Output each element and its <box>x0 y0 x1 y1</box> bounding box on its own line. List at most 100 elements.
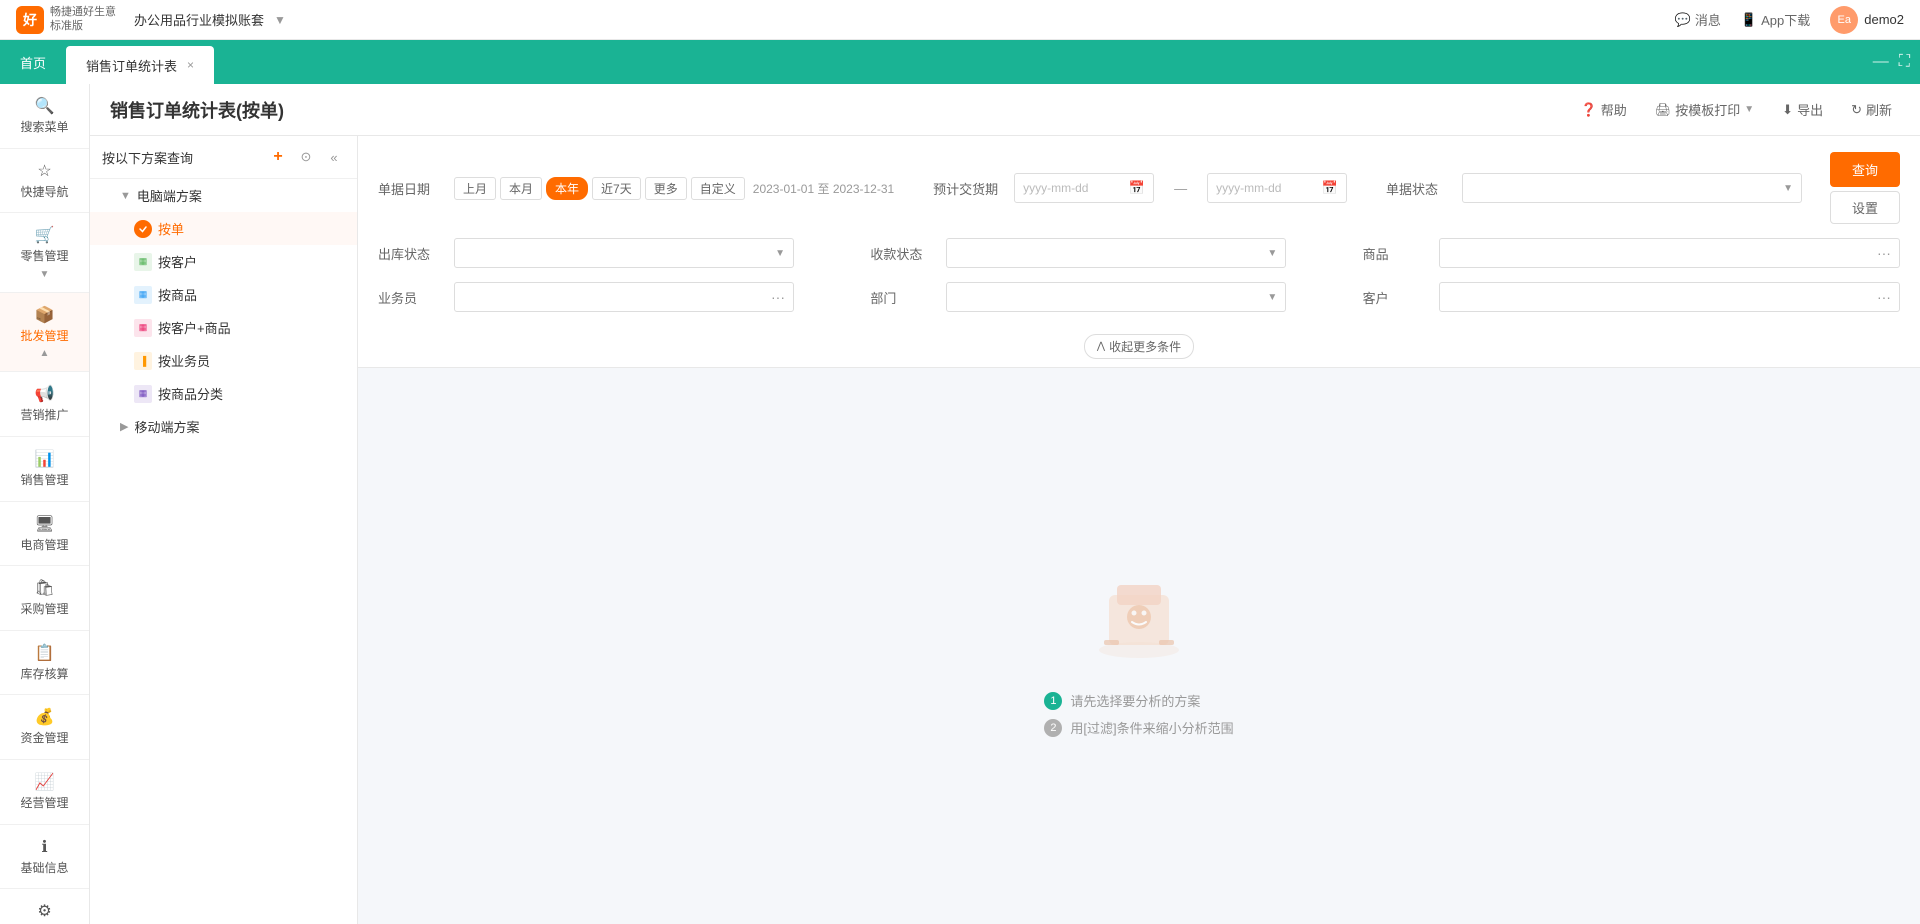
customer-select[interactable]: ··· <box>1439 282 1900 312</box>
sidebar-item-navigation[interactable]: ☆ 快捷导航 <box>0 149 89 214</box>
hint-number-2: 2 <box>1044 719 1062 737</box>
left-panel-header: 按以下方案查询 + ⊙ « <box>90 136 357 179</box>
sidebar-item-retail[interactable]: 🛒 零售管理 ▼ <box>0 213 89 293</box>
department-select[interactable]: ▼ <box>946 282 1286 312</box>
sidebar-item-ecommerce[interactable]: 🖥 电商管理 <box>0 502 89 567</box>
expected-date-end[interactable]: yyyy-mm-dd 📅 <box>1207 173 1347 203</box>
user-area[interactable]: Ea demo2 <box>1830 6 1904 34</box>
filter-settings-button[interactable]: 设置 <box>1830 191 1900 224</box>
goods-item-icon: ▦ <box>134 286 152 304</box>
department-dropdown-icon: ▼ <box>1267 292 1277 303</box>
tab-sales-order[interactable]: 销售订单统计表 × <box>66 46 214 84</box>
search-icon: 🔍 <box>35 96 55 116</box>
tab-maximize-icon[interactable]: ⛶ <box>1899 53 1910 71</box>
salesperson-select[interactable]: ··· <box>454 282 794 312</box>
app-title-dropdown-icon[interactable]: ▼ <box>274 13 286 27</box>
avatar: Ea <box>1830 6 1858 34</box>
print-icon: 🖨 <box>1655 102 1672 118</box>
customer-more-icon[interactable]: ··· <box>1877 289 1891 305</box>
tab-close-icon[interactable]: × <box>187 59 194 71</box>
sidebar-item-system[interactable]: ⚙ 系统管理 <box>0 889 89 924</box>
tab-minimize-icon[interactable]: — <box>1873 53 1889 71</box>
sidebar-item-basic-info[interactable]: ℹ 基础信息 <box>0 825 89 890</box>
sidebar-item-inventory[interactable]: 📋 库存核算 <box>0 631 89 696</box>
folder-expand-icon: ▼ <box>120 190 131 202</box>
empty-illustration <box>1079 555 1199 675</box>
add-scheme-button[interactable]: + <box>267 146 289 168</box>
sidebar-item-finance[interactable]: 💰 资金管理 <box>0 695 89 760</box>
print-button[interactable]: 🖨 按模板打印 ▼ <box>1647 96 1762 123</box>
bill-status-select[interactable]: ▼ <box>1462 173 1802 203</box>
tree-item-by-customer[interactable]: ▦ 按客户 <box>90 245 357 278</box>
collapse-button[interactable]: ⋀ 收起更多条件 <box>1084 334 1194 359</box>
wholesale-icon: 📦 <box>35 305 55 325</box>
finance-icon: 💰 <box>35 707 55 727</box>
goods-label: 商品 <box>1363 244 1423 263</box>
sidebar-item-purchase[interactable]: 🛍 采购管理 <box>0 566 89 631</box>
help-icon: ❓ <box>1581 102 1597 118</box>
inventory-icon: 📋 <box>35 643 55 663</box>
date-btn-7days[interactable]: 近7天 <box>592 177 641 200</box>
tab-bar-right: — ⛶ <box>1873 40 1920 84</box>
goods-select[interactable]: ··· <box>1439 238 1900 268</box>
sidebar-item-management[interactable]: 📈 经营管理 <box>0 760 89 825</box>
expected-date-start[interactable]: yyyy-mm-dd 📅 <box>1014 173 1154 203</box>
page-header: 销售订单统计表(按单) ❓ 帮助 🖨 按模板打印 ▼ ⬇ 导出 ↻ 刷新 <box>90 84 1920 136</box>
logo-text: 畅捷通好生意 标准版 <box>50 6 116 32</box>
refresh-button[interactable]: ↻ 刷新 <box>1843 96 1900 123</box>
tab-home[interactable]: 首页 <box>0 40 66 84</box>
tree-folder-mobile[interactable]: ▶ 移动端方案 <box>90 410 357 443</box>
goods-more-icon[interactable]: ··· <box>1877 245 1891 261</box>
bill-status-label: 单据状态 <box>1386 179 1446 198</box>
management-icon: 📈 <box>35 772 55 792</box>
message-button[interactable]: 💬 消息 <box>1675 10 1721 29</box>
tree-item-by-customer-goods[interactable]: ▦ 按客户+商品 <box>90 311 357 344</box>
app-download-button[interactable]: 📱 App下载 <box>1741 10 1810 29</box>
query-button[interactable]: 查询 <box>1830 152 1900 187</box>
basic-info-icon: ℹ <box>41 837 47 857</box>
customer-goods-icon: ▦ <box>134 319 152 337</box>
category-icon: ▦ <box>134 385 152 403</box>
export-button[interactable]: ⬇ 导出 <box>1774 96 1831 123</box>
salesperson-more-icon[interactable]: ··· <box>771 289 785 305</box>
folder-label: 电脑端方案 <box>137 186 202 205</box>
date-btn-more[interactable]: 更多 <box>645 177 687 200</box>
body-area: 按以下方案查询 + ⊙ « ▼ 电脑端方案 <box>90 136 1920 924</box>
date-btn-this-year[interactable]: 本年 <box>546 177 588 200</box>
ecommerce-icon: 🖥 <box>34 514 54 534</box>
sidebar-item-search[interactable]: 🔍 搜索菜单 <box>0 84 89 149</box>
salesperson-icon: ▐ <box>134 352 152 370</box>
date-btn-last-month[interactable]: 上月 <box>454 177 496 200</box>
sidebar-item-wholesale[interactable]: 📦 批发管理 ▲ <box>0 293 89 373</box>
refresh-icon: ↻ <box>1851 102 1862 118</box>
settings-scheme-icon[interactable]: ⊙ <box>295 146 317 168</box>
date-btn-custom[interactable]: 自定义 <box>691 177 745 200</box>
calendar-icon-start: 📅 <box>1129 180 1145 196</box>
filter-row-3: 业务员 ··· 部门 ▼ 客户 <box>378 282 1900 312</box>
filter-area: 单据日期 上月 本月 本年 近7天 更多 自定义 2023-01-01 至 20… <box>358 136 1920 368</box>
collapse-panel-icon[interactable]: « <box>323 146 345 168</box>
sidebar-item-sales[interactable]: 📊 销售管理 <box>0 437 89 502</box>
main-layout: 🔍 搜索菜单 ☆ 快捷导航 🛒 零售管理 ▼ 📦 批发管理 ▲ 📢 营销推广 📊… <box>0 84 1920 924</box>
payment-status-select[interactable]: ▼ <box>946 238 1286 268</box>
filter-row-1: 单据日期 上月 本月 本年 近7天 更多 自定义 2023-01-01 至 20… <box>378 152 1900 224</box>
date-btn-this-month[interactable]: 本月 <box>500 177 542 200</box>
sidebar-item-marketing[interactable]: 📢 营销推广 <box>0 372 89 437</box>
action-buttons: 查询 设置 <box>1830 152 1900 224</box>
left-panel-icons: + ⊙ « <box>267 146 345 168</box>
tree-item-by-category[interactable]: ▦ 按商品分类 <box>90 377 357 410</box>
tree-item-by-order[interactable]: 按单 <box>90 212 357 245</box>
delivery-status-dropdown-icon: ▼ <box>775 248 785 259</box>
top-bar: 好 畅捷通好生意 标准版 办公用品行业模拟账套 ▼ 💬 消息 📱 App下载 E… <box>0 0 1920 40</box>
date-label: 单据日期 <box>378 179 438 198</box>
date-separator: — <box>1174 181 1187 196</box>
payment-status-dropdown-icon: ▼ <box>1267 248 1277 259</box>
right-panel: 单据日期 上月 本月 本年 近7天 更多 自定义 2023-01-01 至 20… <box>358 136 1920 924</box>
hint-number-1: 1 <box>1044 692 1062 710</box>
print-dropdown-icon: ▼ <box>1744 104 1754 115</box>
help-button[interactable]: ❓ 帮助 <box>1573 96 1635 123</box>
delivery-status-select[interactable]: ▼ <box>454 238 794 268</box>
tree-item-by-salesperson[interactable]: ▐ 按业务员 <box>90 344 357 377</box>
tree-item-by-goods[interactable]: ▦ 按商品 <box>90 278 357 311</box>
tree-folder-pc[interactable]: ▼ 电脑端方案 <box>90 179 357 212</box>
